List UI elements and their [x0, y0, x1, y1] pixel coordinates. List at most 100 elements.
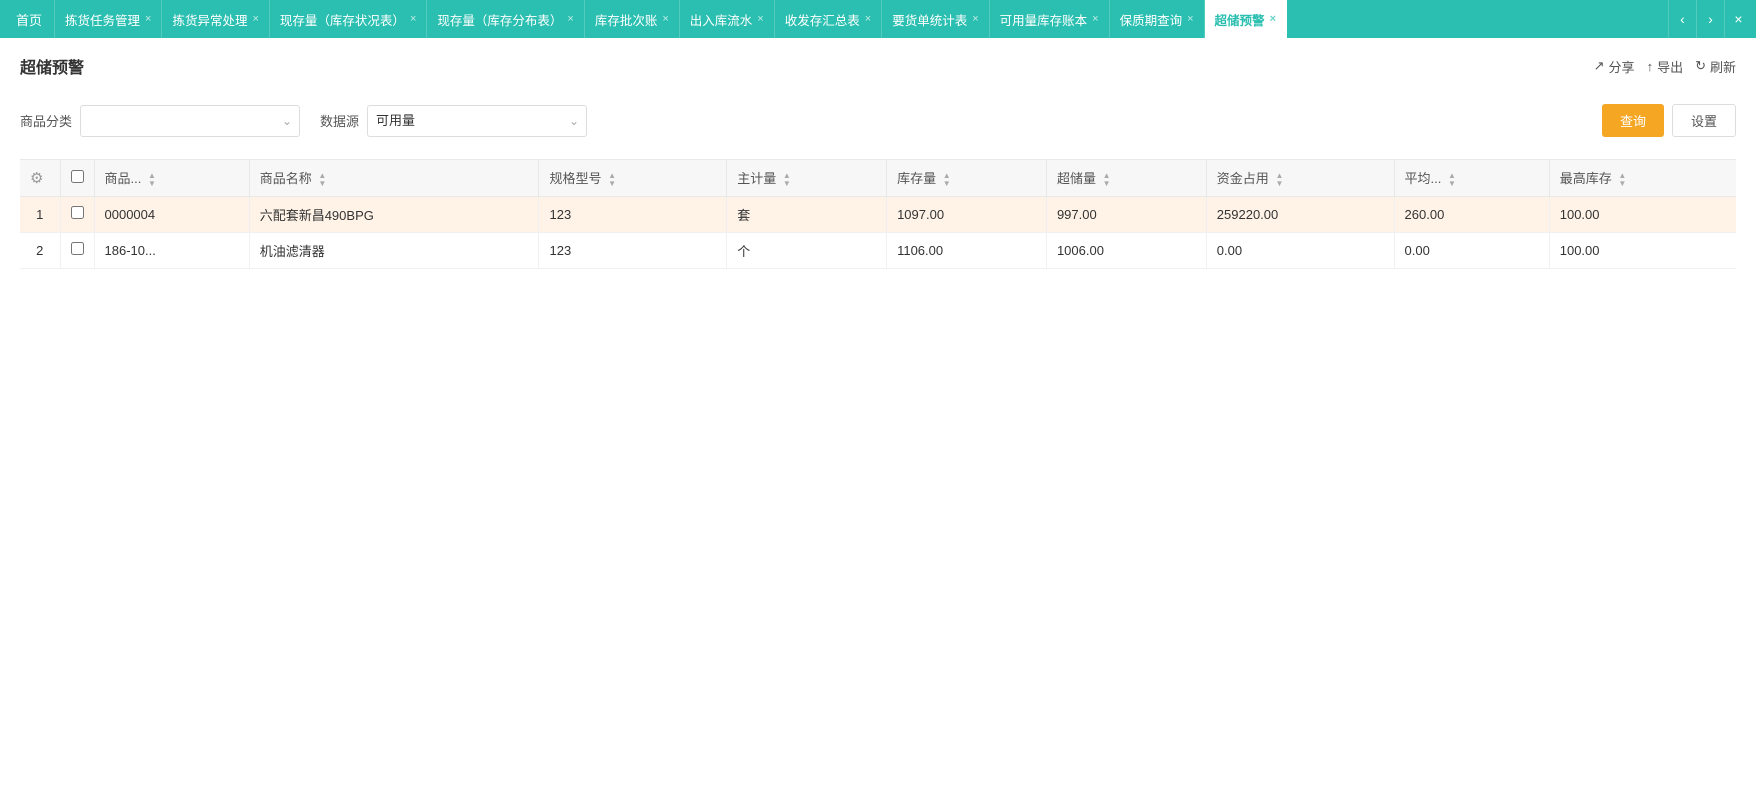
- tab-4[interactable]: 库存批次账×: [585, 0, 680, 38]
- settings-icon[interactable]: ⚙: [30, 170, 43, 187]
- tab-close-2[interactable]: ×: [410, 13, 416, 25]
- share-icon: ↗: [1594, 58, 1605, 74]
- tab-7[interactable]: 要货单统计表×: [882, 0, 989, 38]
- query-button[interactable]: 查询: [1602, 104, 1664, 137]
- tab-close-3[interactable]: ×: [567, 13, 573, 25]
- th-spec: 规格型号 ▲▼: [539, 160, 727, 197]
- capital-usage-1: 0.00: [1206, 232, 1394, 268]
- spec-1: 123: [539, 232, 727, 268]
- tab-label-1: 拣货异常处理: [172, 10, 247, 29]
- product-category-label: 商品分类: [20, 111, 72, 130]
- table-body: 1 0000004 六配套新昌490BPG 123 套 1097.00 997.…: [20, 196, 1736, 268]
- refresh-button[interactable]: ↻ 刷新: [1695, 57, 1736, 76]
- product-name-0: 六配套新昌490BPG: [249, 196, 539, 232]
- avg-1: 0.00: [1394, 232, 1549, 268]
- th-stock-label: 库存量: [897, 171, 936, 186]
- data-source-select[interactable]: 可用量: [367, 105, 587, 137]
- arrow-close[interactable]: ×: [1724, 0, 1752, 38]
- tab-close-6[interactable]: ×: [865, 13, 871, 25]
- th-product-name: 商品名称 ▲▼: [249, 160, 539, 197]
- tab-close-4[interactable]: ×: [662, 13, 668, 25]
- tab-close-7[interactable]: ×: [972, 13, 978, 25]
- tab-label-0: 拣货任务管理: [65, 10, 140, 29]
- row-checkbox-1[interactable]: [60, 232, 94, 268]
- row-num-0: 1: [20, 196, 60, 232]
- row-check-0[interactable]: [71, 206, 84, 219]
- row-check-1[interactable]: [71, 242, 84, 255]
- export-label: 导出: [1657, 57, 1683, 76]
- over-stock-1: 1006.00: [1046, 232, 1206, 268]
- th-settings: ⚙: [20, 160, 60, 197]
- refresh-label: 刷新: [1710, 57, 1736, 76]
- tab-close-10[interactable]: ×: [1270, 13, 1276, 25]
- sort-arrows-avg[interactable]: ▲▼: [1448, 172, 1456, 188]
- share-label: 分享: [1609, 57, 1635, 76]
- tab-9[interactable]: 保质期查询 ×: [1110, 0, 1205, 38]
- sort-arrows-stock[interactable]: ▲▼: [943, 172, 951, 188]
- th-spec-label: 规格型号: [549, 171, 601, 186]
- capital-usage-0: 259220.00: [1206, 196, 1394, 232]
- unit-1: 个: [727, 232, 887, 268]
- tab-close-5[interactable]: ×: [757, 13, 763, 25]
- th-avg: 平均... ▲▼: [1394, 160, 1549, 197]
- export-button[interactable]: ↑ 导出: [1647, 57, 1684, 76]
- sort-arrows-max-stock[interactable]: ▲▼: [1618, 172, 1626, 188]
- tab-label-2: 现存量（库存状况表）: [280, 10, 405, 29]
- max-stock-0: 100.00: [1549, 196, 1736, 232]
- tab-5[interactable]: 出入库流水×: [680, 0, 775, 38]
- th-product-name-label: 商品名称: [260, 171, 312, 186]
- tab-label-6: 收发存汇总表: [785, 10, 860, 29]
- select-all-checkbox[interactable]: [71, 170, 84, 183]
- tab-6[interactable]: 收发存汇总表 ×: [775, 0, 882, 38]
- sort-arrows-product-name[interactable]: ▲▼: [318, 172, 326, 188]
- refresh-icon: ↻: [1695, 58, 1706, 74]
- row-checkbox-0[interactable]: [60, 196, 94, 232]
- th-avg-label: 平均...: [1405, 171, 1442, 186]
- tab-label-9: 保质期查询: [1120, 10, 1183, 29]
- th-stock: 库存量 ▲▼: [887, 160, 1047, 197]
- product-code-1: 186-10...: [94, 232, 249, 268]
- topbar: 首页 拣货任务管理×拣货异常处理×现存量（库存状况表）×现存量（库存分布表）×库…: [0, 0, 1756, 38]
- spec-0: 123: [539, 196, 727, 232]
- nav-arrows: ‹ › ×: [1668, 0, 1752, 38]
- th-unit: 主计量 ▲▼: [727, 160, 887, 197]
- settings-button[interactable]: 设置: [1672, 104, 1736, 137]
- product-category-select[interactable]: [80, 105, 300, 137]
- sort-arrows-unit[interactable]: ▲▼: [783, 172, 791, 188]
- filter-row: 商品分类 ⌄ 数据源 可用量 ⌄ 查询 设置: [20, 94, 1736, 147]
- arrow-left[interactable]: ‹: [1668, 0, 1696, 38]
- sort-arrows-over-stock[interactable]: ▲▼: [1103, 172, 1111, 188]
- tab-8[interactable]: 可用量库存账本×: [990, 0, 1110, 38]
- tab-2[interactable]: 现存量（库存状况表） ×: [270, 0, 427, 38]
- tab-10[interactable]: 超储预警 ×: [1205, 0, 1287, 38]
- data-table: ⚙ 商品... ▲▼ 商品名称 ▲▼ 规格型号 ▲▼ 主计: [20, 159, 1736, 269]
- home-tab[interactable]: 首页: [4, 0, 55, 38]
- th-product-code-label: 商品...: [105, 171, 142, 186]
- max-stock-1: 100.00: [1549, 232, 1736, 268]
- th-capital-usage-label: 资金占用: [1217, 171, 1269, 186]
- row-num-1: 2: [20, 232, 60, 268]
- tab-label-10: 超储预警: [1215, 10, 1265, 29]
- sort-arrows-capital-usage[interactable]: ▲▼: [1275, 172, 1283, 188]
- tab-close-1[interactable]: ×: [252, 13, 258, 25]
- stock-0: 1097.00: [887, 196, 1047, 232]
- share-button[interactable]: ↗ 分享: [1594, 57, 1635, 76]
- table-row: 2 186-10... 机油滤清器 123 个 1106.00 1006.00 …: [20, 232, 1736, 268]
- arrow-right[interactable]: ›: [1696, 0, 1724, 38]
- table-header: ⚙ 商品... ▲▼ 商品名称 ▲▼ 规格型号 ▲▼ 主计: [20, 160, 1736, 197]
- tab-close-0[interactable]: ×: [145, 13, 151, 25]
- tab-3[interactable]: 现存量（库存分布表）×: [427, 0, 584, 38]
- th-max-stock: 最高库存 ▲▼: [1549, 160, 1736, 197]
- data-source-label: 数据源: [320, 111, 359, 130]
- tab-close-9[interactable]: ×: [1187, 13, 1193, 25]
- tab-1[interactable]: 拣货异常处理 ×: [162, 0, 269, 38]
- tab-close-8[interactable]: ×: [1092, 13, 1098, 25]
- page-title: 超储预警: [20, 54, 84, 78]
- data-source-filter: 数据源 可用量 ⌄: [320, 105, 587, 137]
- tab-0[interactable]: 拣货任务管理 ×: [55, 0, 162, 38]
- th-capital-usage: 资金占用 ▲▼: [1206, 160, 1394, 197]
- sort-arrows-product-code[interactable]: ▲▼: [148, 172, 156, 188]
- th-max-stock-label: 最高库存: [1560, 171, 1612, 186]
- sort-arrows-spec[interactable]: ▲▼: [608, 172, 616, 188]
- page-header: 超储预警 ↗ 分享 ↑ 导出 ↻ 刷新: [20, 54, 1736, 78]
